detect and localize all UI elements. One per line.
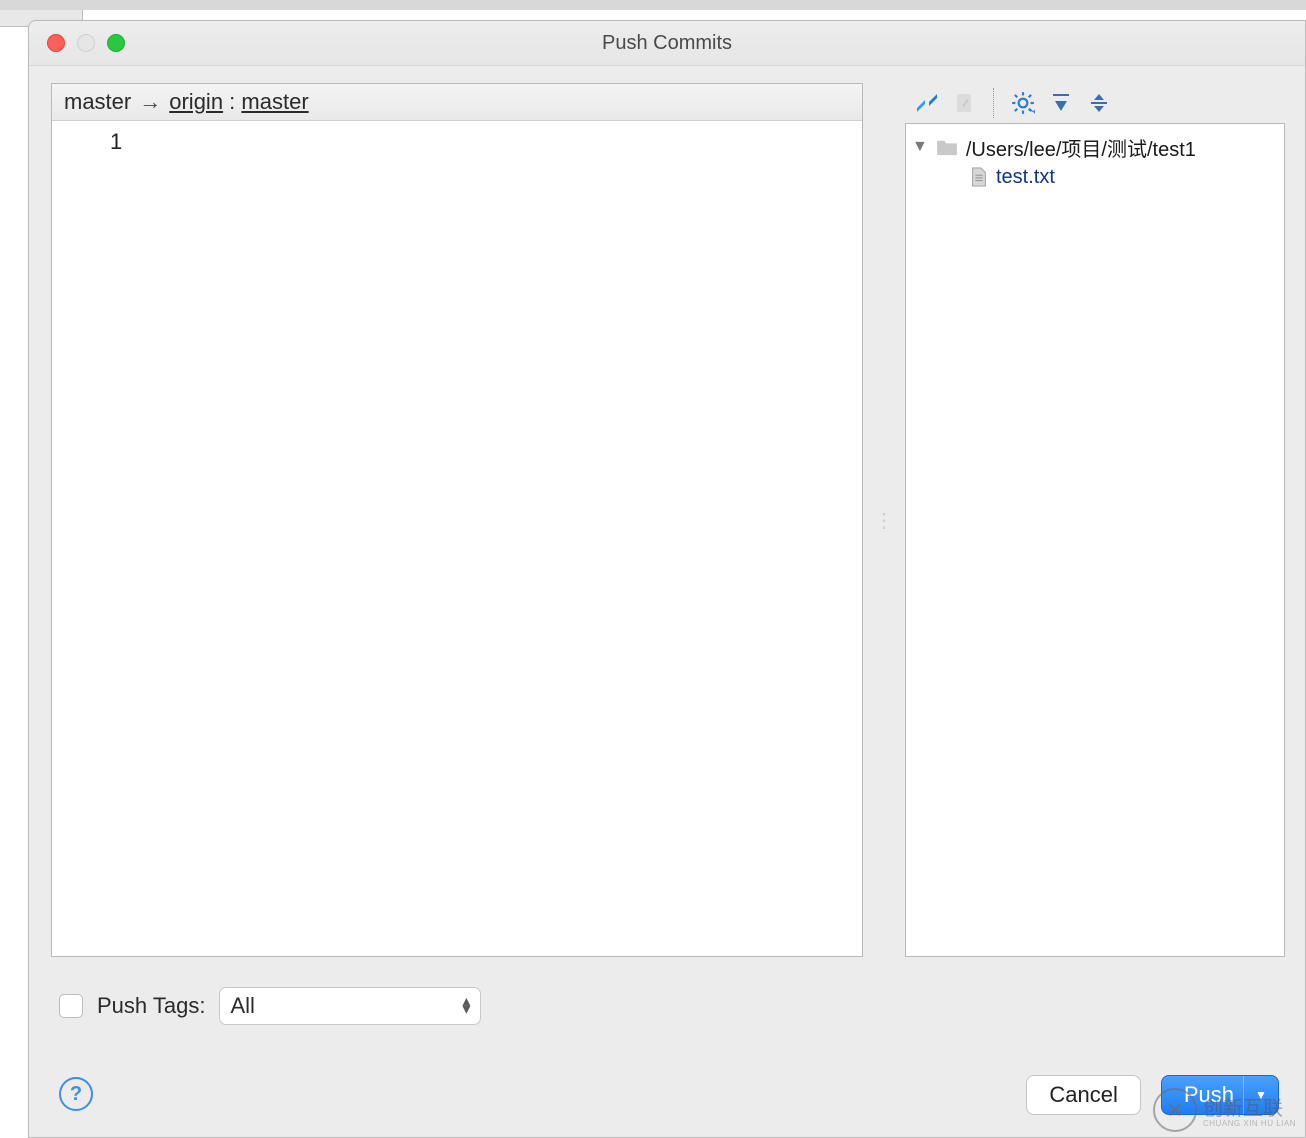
titlebar: Push Commits [29, 21, 1305, 66]
dialog-footer: Push Tags: All ▴▾ ? Cancel Push ▼ [29, 957, 1305, 1137]
branch-row[interactable]: master → origin : master [52, 84, 862, 121]
dialog-window: Push Commits master → origin : master 1 [28, 20, 1306, 1138]
cancel-label: Cancel [1049, 1082, 1117, 1108]
file-icon [970, 167, 988, 187]
push-tags-checkbox[interactable] [59, 994, 83, 1018]
arrow-icon: → [139, 89, 161, 115]
stepper-icon: ▴▾ [462, 998, 470, 1014]
folder-icon [936, 138, 958, 156]
watermark: ✕ 创新互联 CHUANG XIN HU LIAN [1153, 1088, 1296, 1132]
watermark-text: 创新互联 [1203, 1092, 1296, 1121]
file-tree: ▼ /Users/lee/项目/测试/test1 test.txt [905, 123, 1285, 957]
remote-branch[interactable]: master [241, 89, 308, 115]
minimize-icon [77, 34, 95, 52]
commit-item[interactable]: 1 [52, 127, 862, 157]
colon: : [223, 89, 241, 115]
commits-pane: master → origin : master 1 [51, 83, 863, 957]
local-branch: master [64, 89, 131, 115]
files-toolbar [905, 83, 1285, 123]
chevron-down-icon[interactable]: ▼ [912, 138, 928, 156]
help-button[interactable]: ? [59, 1077, 93, 1111]
remote-name[interactable]: origin [169, 89, 223, 115]
folder-path: /Users/lee/项目/测试/test1 [966, 133, 1196, 162]
zoom-icon[interactable] [107, 34, 125, 52]
push-tags-select[interactable]: All ▴▾ [219, 987, 481, 1025]
gear-icon[interactable] [1009, 89, 1037, 117]
window-controls [29, 34, 125, 52]
tree-file-row[interactable]: test.txt [912, 162, 1278, 192]
collapse-icon[interactable] [1085, 89, 1113, 117]
file-name: test.txt [996, 166, 1055, 189]
watermark-logo: ✕ [1153, 1088, 1197, 1132]
revert-icon [951, 89, 979, 117]
window-title: Push Commits [29, 32, 1305, 55]
expand-icon[interactable] [1047, 89, 1075, 117]
cancel-button[interactable]: Cancel [1026, 1075, 1140, 1115]
close-icon[interactable] [47, 34, 65, 52]
watermark-subtext: CHUANG XIN HU LIAN [1203, 1119, 1296, 1128]
commit-list: 1 [52, 121, 862, 956]
files-pane: ▼ /Users/lee/项目/测试/test1 test.txt [905, 83, 1285, 957]
background-strip [0, 0, 1306, 10]
diff-icon[interactable] [913, 89, 941, 117]
toolbar-separator [993, 88, 995, 118]
push-tags-label: Push Tags: [97, 993, 205, 1019]
tree-folder-row[interactable]: ▼ /Users/lee/项目/测试/test1 [912, 132, 1278, 162]
select-value: All [230, 993, 254, 1019]
resize-grip[interactable]: ⋮ [881, 83, 887, 957]
